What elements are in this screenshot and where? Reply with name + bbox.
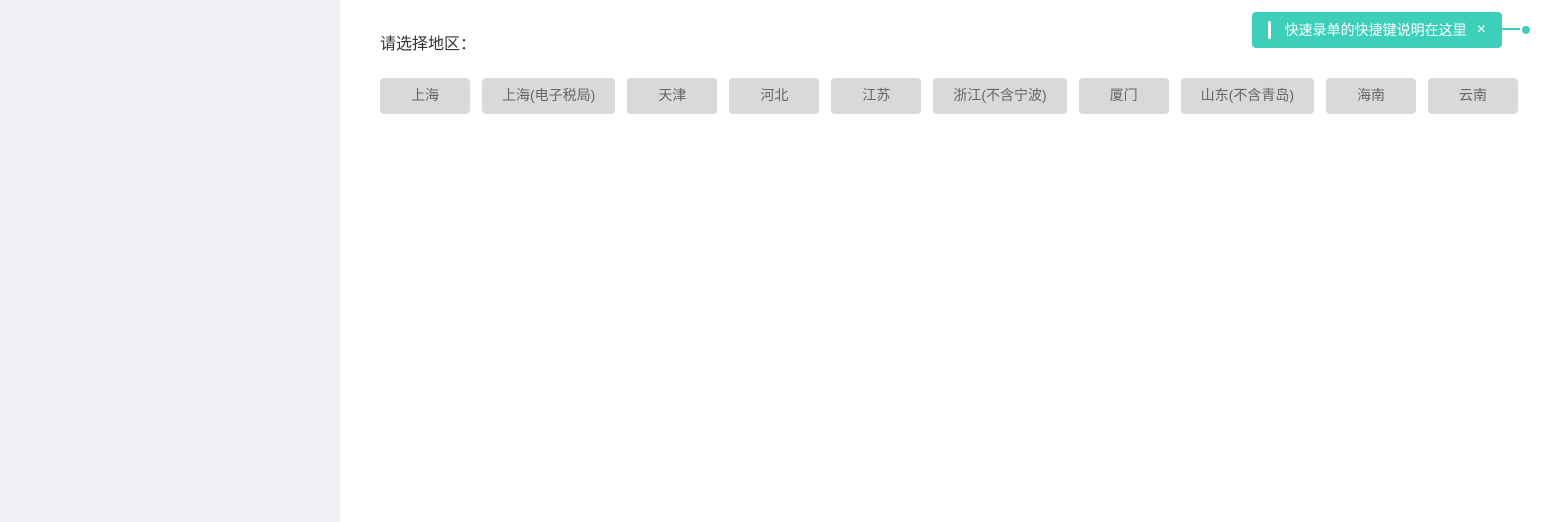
dot-indicator [1520, 24, 1532, 36]
region-btn-hainan[interactable]: 海南 [1326, 78, 1416, 114]
tooltip-banner: 快速录单的快捷键说明在这里 × [1252, 12, 1502, 48]
region-btn-shanghai[interactable]: 上海 [380, 78, 470, 114]
region-btn-xiamen[interactable]: 厦门 [1079, 78, 1169, 114]
region-btn-jiangsu[interactable]: 江苏 [831, 78, 921, 114]
left-sidebar [0, 0, 340, 522]
connector-line [1500, 28, 1520, 30]
region-btn-tianjin[interactable]: 天津 [627, 78, 717, 114]
region-btn-shandong[interactable]: 山东(不含青岛) [1181, 78, 1314, 114]
region-btn-hebei[interactable]: 河北 [729, 78, 819, 114]
tooltip-close-button[interactable]: × [1477, 22, 1486, 38]
region-btn-yunnan[interactable]: 云南 [1428, 78, 1518, 114]
region-btn-shanghai-etax[interactable]: 上海(电子税局) [482, 78, 615, 114]
tooltip-text: 快速录单的快捷键说明在这里 [1285, 20, 1467, 40]
region-buttons-container: 上海上海(电子税局) 天津河北江苏浙江(不含宁波) 厦门山东(不含青岛) 海南云南 [380, 78, 1522, 114]
main-content: 请选择地区： 上海上海(电子税局)天津河北江苏浙江(不含宁波)厦门山东(不含青岛… [340, 0, 1562, 522]
region-btn-zhejiang[interactable]: 浙江(不含宁波) [933, 78, 1066, 114]
